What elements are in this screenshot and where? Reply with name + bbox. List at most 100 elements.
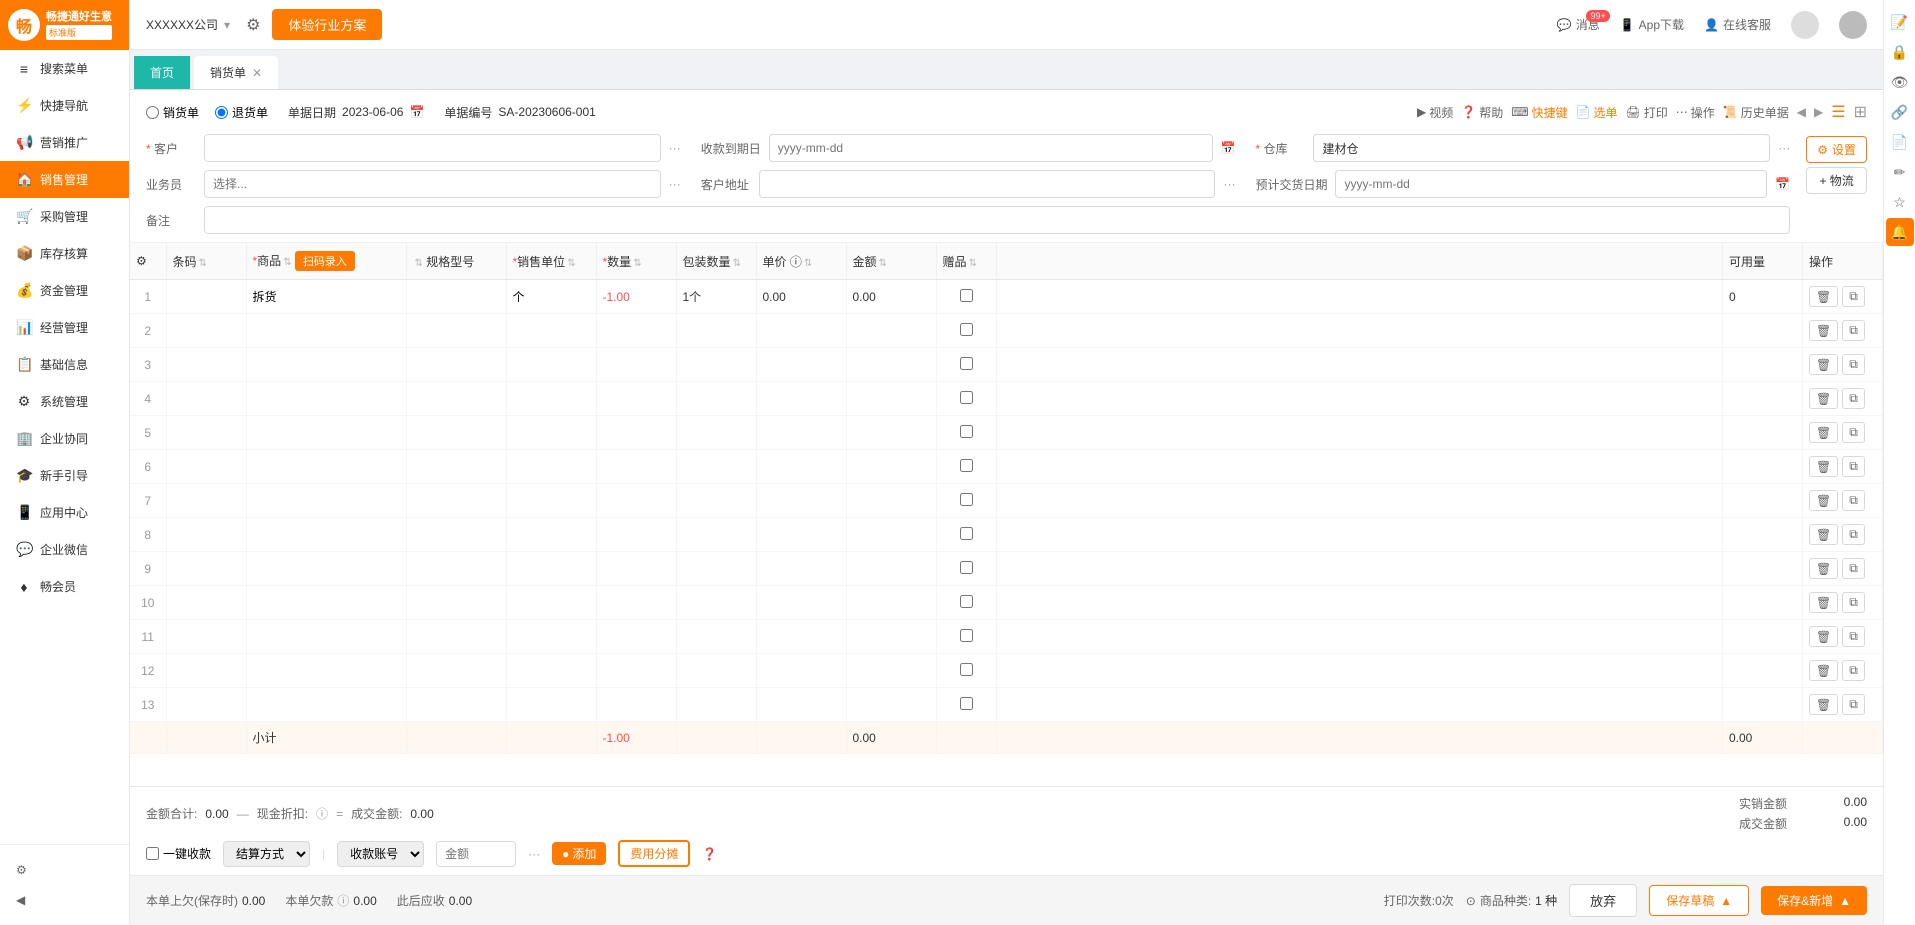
save-new-btn[interactable]: 保存&新增 ▲ [1761,886,1867,915]
spec-input[interactable] [413,528,500,542]
cell-gift[interactable] [936,620,996,654]
payment-amount-input[interactable] [436,841,516,867]
cell-pkg-qty[interactable] [676,450,756,484]
copy-row-btn[interactable]: ⧉ [1842,558,1865,579]
cell-barcode[interactable] [166,314,246,348]
cell-gift[interactable] [936,416,996,450]
cell-gift[interactable] [936,518,996,552]
product-input[interactable] [253,596,400,610]
cell-spec[interactable] [406,552,506,586]
unit-input[interactable] [513,289,590,303]
sidebar-item-purchase[interactable]: 🛒 采购管理 [0,198,129,235]
gift-checkbox[interactable] [960,663,973,676]
cell-barcode[interactable] [166,484,246,518]
barcode-input[interactable] [173,698,240,712]
cell-amount[interactable] [846,314,936,348]
gift-checkbox[interactable] [960,629,973,642]
one-click-pay-checkbox[interactable]: 一键收款 [146,845,211,862]
sidebar-collapse-btn[interactable]: ◀ [0,885,129,915]
product-input[interactable] [253,562,400,576]
cell-product[interactable] [246,552,406,586]
cell-quantity[interactable] [596,586,676,620]
cell-gift[interactable] [936,280,996,314]
cell-unit[interactable] [506,314,596,348]
dots-icon[interactable]: ··· [528,847,540,861]
cell-amount[interactable] [846,382,936,416]
barcode-input[interactable] [173,528,240,542]
unit-input[interactable] [513,494,590,508]
gift-checkbox[interactable] [960,595,973,608]
cell-gift[interactable] [936,314,996,348]
one-click-pay-input[interactable] [146,847,159,860]
product-input[interactable] [253,698,400,712]
discard-btn[interactable]: 放弃 [1569,884,1637,917]
delete-row-btn[interactable]: 🗑 [1809,456,1838,477]
spec-input[interactable] [413,290,500,304]
save-draft-btn[interactable]: 保存草稿 ▲ [1649,885,1749,916]
cell-gift[interactable] [936,586,996,620]
cell-unit[interactable] [506,484,596,518]
spec-input[interactable] [413,392,500,406]
barcode-input[interactable] [173,562,240,576]
delete-row-btn[interactable]: 🗑 [1809,558,1838,579]
sidebar-item-system[interactable]: ⚙ 系统管理 [0,383,129,420]
panel-item-6[interactable]: ✏ [1886,158,1914,186]
cell-pkg-qty[interactable] [676,552,756,586]
qty-input[interactable] [603,630,670,644]
cell-unit[interactable] [506,280,596,314]
copy-row-btn[interactable]: ⧉ [1842,354,1865,375]
cell-pkg-qty[interactable] [676,620,756,654]
unit-input[interactable] [513,358,590,372]
cell-barcode[interactable] [166,620,246,654]
barcode-input[interactable] [173,460,240,474]
barcode-input[interactable] [173,664,240,678]
cell-pkg-qty[interactable] [676,518,756,552]
gift-checkbox[interactable] [960,459,973,472]
cell-gift[interactable] [936,348,996,382]
cell-pkg-qty[interactable]: 1个 [676,280,756,314]
salesperson-more-icon[interactable]: ··· [669,177,681,191]
company-selector[interactable]: XXXXXX公司 ▾ [146,16,230,33]
customer-input[interactable] [204,134,661,162]
delete-row-btn[interactable]: 🗑 [1809,388,1838,409]
gift-checkbox[interactable] [960,425,973,438]
add-payment-btn[interactable]: ● 添加 [552,842,606,865]
delete-row-btn[interactable]: 🗑 [1809,524,1838,545]
cell-quantity[interactable] [596,314,676,348]
qty-input[interactable] [603,324,670,338]
user-avatar[interactable] [1791,11,1819,39]
qty-input[interactable] [603,460,670,474]
cell-quantity[interactable] [596,518,676,552]
cell-price[interactable] [756,450,846,484]
unit-input[interactable] [513,392,590,406]
delete-row-btn[interactable]: 🗑 [1809,592,1838,613]
cell-price[interactable] [756,314,846,348]
cell-barcode[interactable] [166,382,246,416]
barcode-input[interactable] [173,426,240,440]
panel-item-7[interactable]: ☆ [1886,188,1914,216]
sidebar-item-quick-nav[interactable]: ⚡ 快捷导航 [0,87,129,124]
info-icon2[interactable]: ⓘ [337,892,349,909]
spec-input[interactable] [413,664,500,678]
spec-input[interactable] [413,698,500,712]
qty-input[interactable] [603,562,670,576]
sidebar-item-guide[interactable]: 🎓 新手引导 [0,457,129,494]
cell-quantity[interactable] [596,484,676,518]
trial-btn[interactable]: 体验行业方案 [272,9,382,40]
barcode-input[interactable] [173,494,240,508]
cell-spec[interactable] [406,280,506,314]
view-list-icon[interactable]: ☰ [1831,102,1845,122]
qty-input[interactable] [603,358,670,372]
unit-input[interactable] [513,528,590,542]
notes-input[interactable] [204,206,1790,234]
barcode-input[interactable] [173,392,240,406]
cell-price[interactable] [756,484,846,518]
cell-amount[interactable] [846,484,936,518]
toolbar-history[interactable]: 📜 历史单据 [1723,104,1789,121]
spec-input[interactable] [413,426,500,440]
copy-row-btn[interactable]: ⧉ [1842,490,1865,511]
cell-barcode[interactable] [166,552,246,586]
cell-amount[interactable] [846,620,936,654]
cell-price[interactable] [756,688,846,722]
question-icon[interactable]: ❓ [702,847,717,861]
